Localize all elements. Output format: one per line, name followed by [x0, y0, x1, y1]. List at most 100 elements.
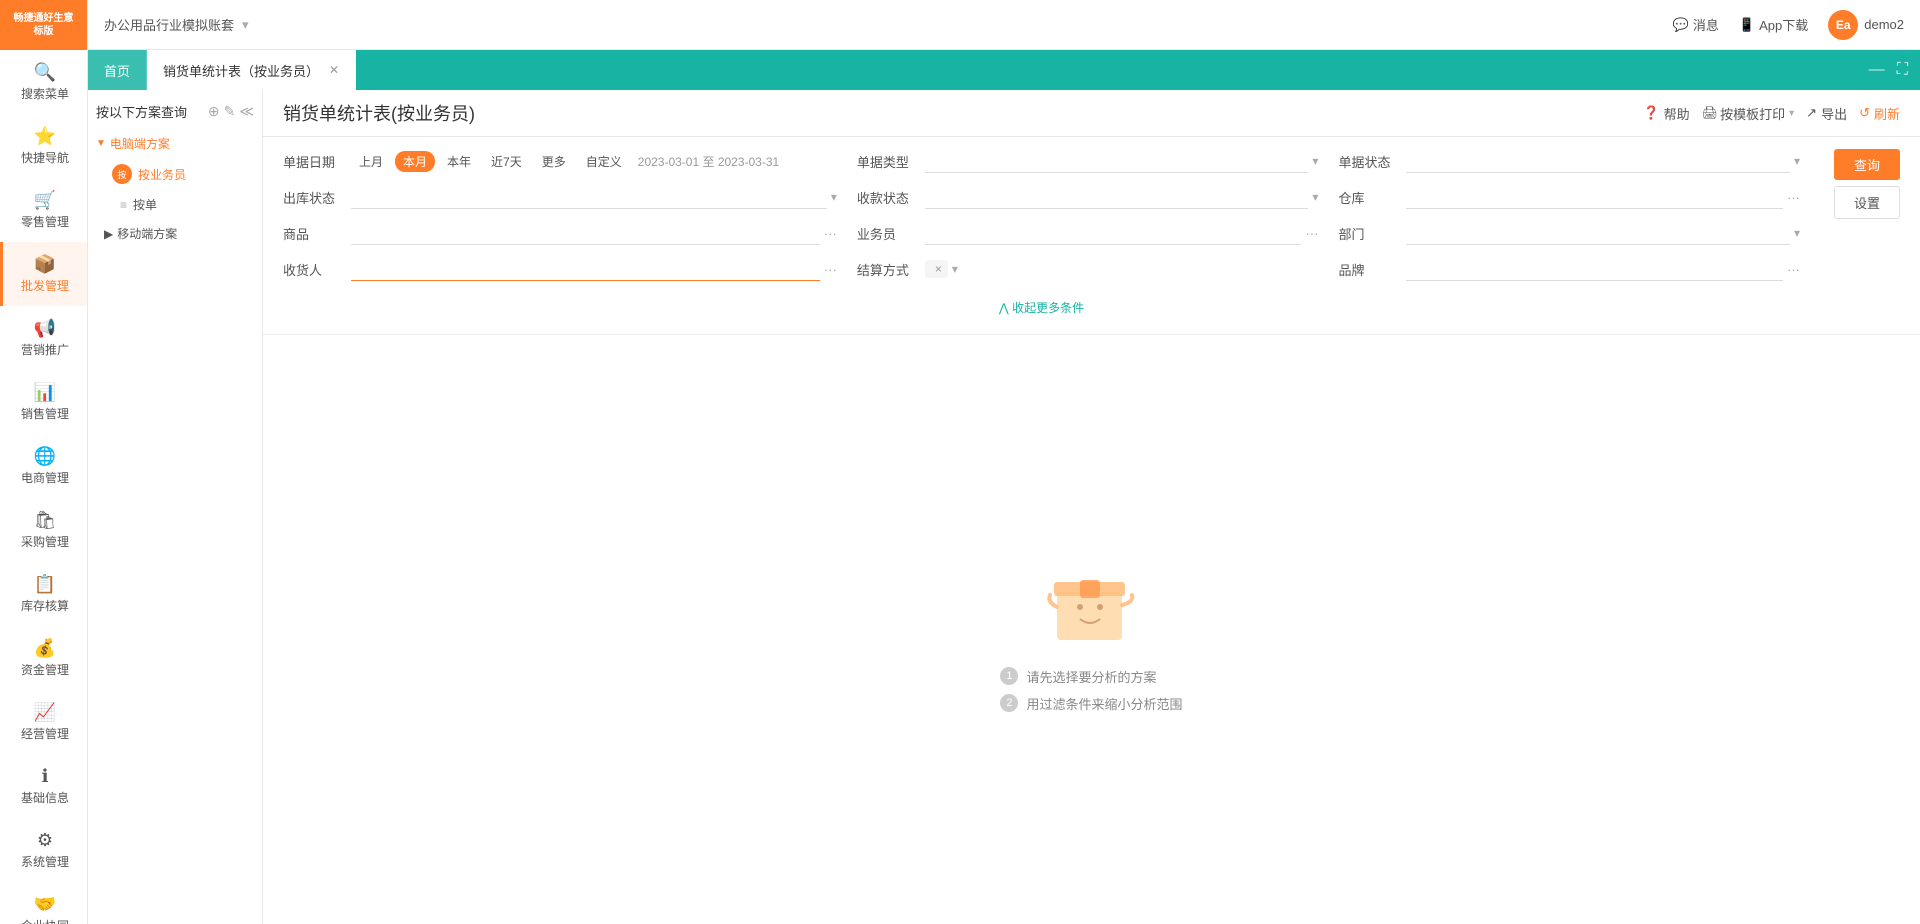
sidebar-item-purchase[interactable]: 🛍 采购管理 [0, 498, 87, 562]
doc-type-input[interactable] [925, 149, 1309, 173]
sidebar-item-basic[interactable]: ℹ 基础信息 [0, 754, 87, 818]
receiver-dots-icon[interactable]: ··· [824, 262, 837, 277]
tab-home[interactable]: 首页 [88, 50, 147, 90]
date-tab-this-month[interactable]: 本月 [395, 151, 435, 172]
help-btn[interactable]: ❓ 帮助 [1643, 104, 1689, 123]
logo-text: 畅捷通好生意标版 [14, 12, 74, 38]
order-scheme-icon: ≡ [120, 198, 127, 212]
salesperson-dots-icon[interactable]: ··· [1305, 226, 1318, 241]
payment-chevron-icon[interactable]: ▾ [952, 262, 958, 276]
sidebar-item-label: 销售管理 [21, 407, 69, 421]
refresh-btn[interactable]: ↺ 刷新 [1859, 104, 1900, 123]
refresh-label: 刷新 [1874, 104, 1900, 123]
collapse-scheme-icon[interactable]: ≪ [239, 103, 254, 120]
empty-icon [1042, 547, 1142, 647]
sidebar: 畅捷通好生意标版 🔍 搜索菜单 ⭐ 快捷导航 🛒 零售管理 📦 批发管理 📢 营… [0, 0, 88, 924]
scheme-item-by-order[interactable]: ≡ 按单 [88, 190, 262, 219]
sidebar-item-retail[interactable]: 🛒 零售管理 [0, 178, 87, 242]
user-area[interactable]: Ea demo2 [1828, 10, 1904, 40]
sidebar-item-inventory[interactable]: 📋 库存核算 [0, 562, 87, 626]
dropdown-arrow-icon[interactable]: ▾ [242, 17, 249, 33]
edit-scheme-icon[interactable]: ✎ [224, 103, 236, 120]
date-filter: 上月 本月 本年 近7天 更多 自定义 2023-03-01 至 2023-03… [351, 151, 779, 172]
tab-minimize-btn[interactable]: — [1865, 57, 1889, 83]
filter-goods: 商品 ··· [283, 221, 837, 245]
dept-input[interactable] [1406, 221, 1790, 245]
empty-hint-2: 2 用过滤条件来缩小分析范围 [1000, 694, 1182, 713]
filter-dept: 部门 ▾ [1318, 221, 1800, 245]
sidebar-item-label: 资金管理 [21, 663, 69, 677]
sidebar-item-marketing[interactable]: 📢 营销推广 [0, 306, 87, 370]
scheme-group-desktop-header[interactable]: ▼ 电脑端方案 [88, 129, 262, 158]
app-download-btn[interactable]: 📱 App下载 [1739, 15, 1808, 34]
sidebar-item-operations[interactable]: 📈 经营管理 [0, 690, 87, 754]
query-btn[interactable]: 查询 [1834, 149, 1900, 180]
salesperson-input[interactable] [925, 221, 1302, 245]
doc-type-label: 单据类型 [857, 152, 917, 171]
sidebar-item-system[interactable]: ⚙ 系统管理 [0, 818, 87, 882]
payment-tag-clear-btn[interactable]: × [935, 262, 942, 276]
date-tab-7days[interactable]: 近7天 [483, 151, 530, 172]
tab-sales-stat[interactable]: 销货单统计表（按业务员） ✕ [147, 50, 356, 90]
sidebar-item-label: 系统管理 [21, 855, 69, 869]
tab-maximize-btn[interactable]: ⛶ [1893, 57, 1912, 83]
add-scheme-icon[interactable]: ⊕ [208, 103, 220, 120]
filter-date: 单据日期 上月 本月 本年 近7天 更多 自定义 20 [283, 151, 837, 172]
sidebar-item-label: 零售管理 [21, 215, 69, 229]
goods-input[interactable] [351, 221, 820, 245]
refresh-icon: ↺ [1859, 105, 1870, 121]
filter-row-1: 单据日期 上月 本月 本年 近7天 更多 自定义 20 [283, 149, 1800, 173]
brand-input[interactable] [1406, 257, 1783, 281]
print-btn[interactable]: 🖨 按模板打印 ▾ [1702, 104, 1795, 123]
tab-close-icon[interactable]: ✕ [329, 63, 339, 77]
print-icon: 🖨 [1702, 105, 1719, 121]
sidebar-item-quick-nav[interactable]: ⭐ 快捷导航 [0, 114, 87, 178]
brand-dots-icon[interactable]: ··· [1787, 262, 1800, 277]
scheme-panel-icons: ⊕ ✎ ≪ [208, 103, 254, 120]
app-icon: 📱 [1739, 17, 1755, 33]
date-tab-custom[interactable]: 自定义 [578, 151, 630, 172]
message-btn[interactable]: 💬 消息 [1673, 15, 1719, 34]
sidebar-item-sales[interactable]: 📊 销售管理 [0, 370, 87, 434]
doc-status-label: 单据状态 [1338, 152, 1398, 171]
scheme-item-by-salesperson[interactable]: 按 按业务员 [88, 158, 262, 190]
date-tab-this-year[interactable]: 本年 [439, 151, 479, 172]
sidebar-item-ecommerce[interactable]: 🌐 电商管理 [0, 434, 87, 498]
sidebar-item-search-menu[interactable]: 🔍 搜索菜单 [0, 50, 87, 114]
sidebar-item-enterprise[interactable]: 🤝 企业协同 [0, 882, 87, 924]
warehouse-input[interactable] [1406, 185, 1783, 209]
print-dropdown-icon: ▾ [1789, 108, 1794, 119]
scheme-group-mobile-header[interactable]: ▶ 移动端方案 [88, 219, 262, 248]
sidebar-item-label: 企业协同 [21, 919, 69, 924]
collapse-btn[interactable]: ⋀ 收起更多条件 [283, 293, 1800, 322]
doc-status-chevron-icon[interactable]: ▾ [1794, 154, 1800, 168]
top-bar-right: 💬 消息 📱 App下载 Ea demo2 [1673, 10, 1904, 40]
date-range: 2023-03-01 至 2023-03-31 [638, 153, 779, 170]
operations-icon: 📈 [3, 702, 87, 723]
empty-hints: 1 请先选择要分析的方案 2 用过滤条件来缩小分析范围 [1000, 667, 1182, 713]
date-tab-last-month[interactable]: 上月 [351, 151, 391, 172]
hint-text-2: 用过滤条件来缩小分析范围 [1026, 694, 1182, 713]
wholesale-icon: 📦 [3, 254, 87, 275]
goods-dots-icon[interactable]: ··· [824, 226, 837, 241]
collect-status-input[interactable] [925, 185, 1309, 209]
date-label: 单据日期 [283, 152, 343, 171]
help-icon: ❓ [1643, 105, 1659, 121]
out-status-input[interactable] [351, 185, 827, 209]
sidebar-item-label: 电商管理 [21, 471, 69, 485]
sidebar-item-finance[interactable]: 💰 资金管理 [0, 626, 87, 690]
doc-status-input[interactable] [1406, 149, 1790, 173]
tab-sales-stat-label: 销货单统计表（按业务员） [163, 61, 319, 80]
message-icon: 💬 [1673, 17, 1689, 33]
warehouse-dots-icon[interactable]: ··· [1787, 190, 1800, 205]
search-menu-icon: 🔍 [3, 62, 87, 83]
receiver-input[interactable] [351, 257, 820, 281]
sidebar-item-wholesale[interactable]: 📦 批发管理 [0, 242, 87, 306]
filter-collect-status: 收款状态 ▾ [837, 185, 1319, 209]
date-tab-more[interactable]: 更多 [534, 151, 574, 172]
username-label: demo2 [1864, 17, 1904, 32]
dept-chevron-icon[interactable]: ▾ [1794, 226, 1800, 240]
settings-btn[interactable]: 设置 [1834, 186, 1900, 219]
export-btn[interactable]: ↗ 导出 [1806, 104, 1847, 123]
payment-tag: × [925, 260, 948, 278]
